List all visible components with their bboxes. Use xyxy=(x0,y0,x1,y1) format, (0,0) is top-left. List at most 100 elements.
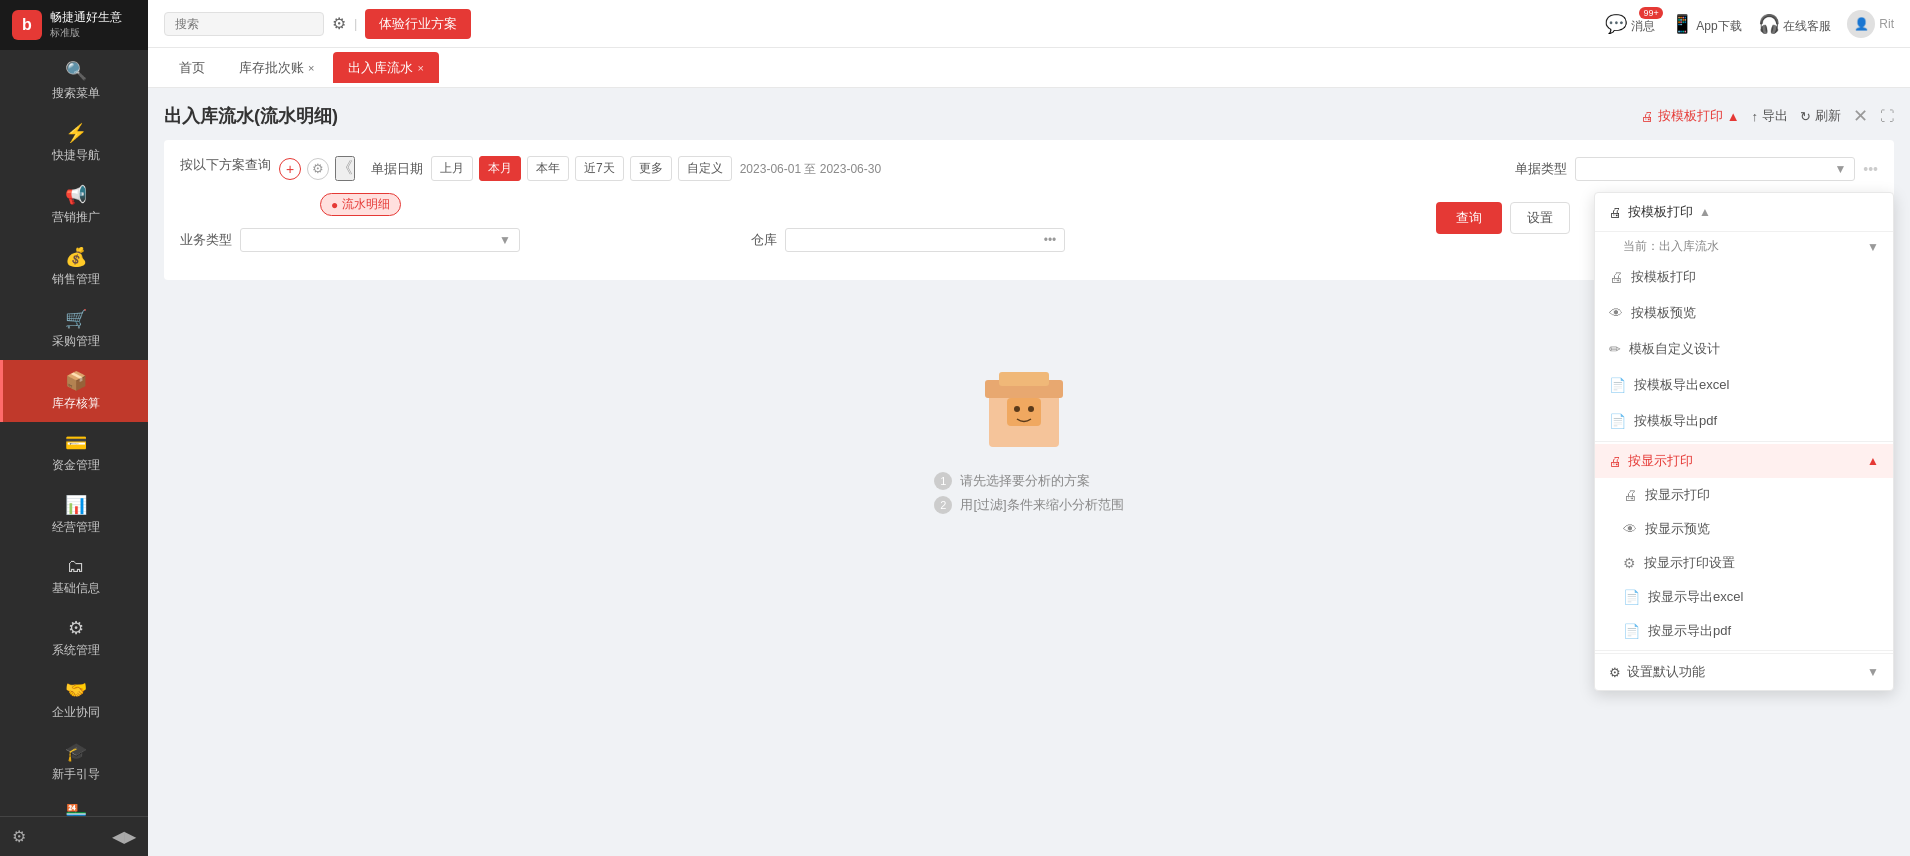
biz-type-expand-icon: ▼ xyxy=(499,233,511,247)
dp-footer-label: 设置默认功能 xyxy=(1627,663,1705,681)
dp-footer-chevron: ▼ xyxy=(1867,665,1879,679)
expand-page-button[interactable]: ⛶ xyxy=(1880,108,1894,124)
dp-item-template-excel[interactable]: 📄 按模板导出excel xyxy=(1595,367,1893,403)
dp-footer-left: ⚙ 设置默认功能 xyxy=(1609,663,1705,681)
doc-type-label: 单据类型 xyxy=(1515,160,1567,178)
messages-badge: 99+ xyxy=(1639,7,1662,19)
filter-row-1: 按以下方案查询 + ⚙ 《 单据日期 上月 本月 本年 近7天 更多 xyxy=(180,156,1878,181)
sidebar-item-purchase[interactable]: 🛒 采购管理 xyxy=(0,298,148,360)
dp-footer[interactable]: ⚙ 设置默认功能 ▼ xyxy=(1595,653,1893,690)
sidebar-item-corp[interactable]: 🤝 企业协同 xyxy=(0,669,148,731)
dp-item-display-print[interactable]: 🖨 按显示打印 xyxy=(1595,478,1893,512)
topbar-search-input[interactable] xyxy=(164,12,324,36)
dp-display-header-left: 🖨 按显示打印 xyxy=(1609,452,1693,470)
sidebar-item-sales[interactable]: 💰 销售管理 xyxy=(0,236,148,298)
sidebar-item-finance[interactable]: 💳 资金管理 xyxy=(0,422,148,484)
tab-batch-close[interactable]: × xyxy=(308,62,314,74)
dp-item-template-pdf[interactable]: 📄 按模板导出pdf xyxy=(1595,403,1893,439)
filter-collapse-button[interactable]: 《 xyxy=(335,156,355,181)
tab-home-label: 首页 xyxy=(179,59,205,77)
doc-type-more-icon[interactable]: ••• xyxy=(1863,161,1878,177)
dp-item-display-preview[interactable]: 👁 按显示预览 xyxy=(1595,512,1893,546)
dp-item-display-excel[interactable]: 📄 按显示导出excel xyxy=(1595,580,1893,614)
marketing-icon: 📢 xyxy=(65,184,87,206)
basic-icon: 🗂 xyxy=(67,556,85,577)
app-download-button[interactable]: 📱 App下载 xyxy=(1671,13,1742,35)
topbar-gear-icon[interactable]: ⚙ xyxy=(332,14,346,33)
export-button[interactable]: ↑ 导出 xyxy=(1752,107,1789,125)
settings-icon[interactable]: ⚙ xyxy=(12,827,26,846)
biz-type-select[interactable]: ▼ xyxy=(240,228,520,252)
pdf-icon: 📄 xyxy=(1609,413,1626,429)
topbar-left: ⚙ | 体验行业方案 xyxy=(164,9,1593,39)
filter-gear-button[interactable]: ⚙ xyxy=(307,158,329,180)
dp-item-template-custom-label: 模板自定义设计 xyxy=(1629,340,1720,358)
close-page-button[interactable]: ✕ xyxy=(1853,105,1868,127)
filter-tag-icon: ● xyxy=(331,198,338,212)
online-service-button[interactable]: 🎧 在线客服 xyxy=(1758,13,1832,35)
sidebar-item-system[interactable]: ⚙ 系统管理 xyxy=(0,607,148,669)
date-range-text: 2023-06-01 至 2023-06-30 xyxy=(740,161,881,178)
user-menu[interactable]: 👤 Rit xyxy=(1847,10,1894,38)
empty-step-2-text: 用[过滤]条件来缩小分析范围 xyxy=(960,496,1123,514)
settings-button[interactable]: 设置 xyxy=(1510,202,1570,234)
date-btn-last-month[interactable]: 上月 xyxy=(431,156,473,181)
filter-add-button[interactable]: + xyxy=(279,158,301,180)
svg-point-5 xyxy=(1028,406,1034,412)
sidebar-item-guide[interactable]: 🎓 新手引导 xyxy=(0,731,148,793)
sidebar-item-basic[interactable]: 🗂 基础信息 xyxy=(0,546,148,607)
date-btn-last-7-days[interactable]: 近7天 xyxy=(575,156,624,181)
empty-step-1-text: 请先选择要分析的方案 xyxy=(960,472,1090,490)
dp-display-section-header[interactable]: 🖨 按显示打印 ▲ xyxy=(1595,444,1893,478)
tab-batch[interactable]: 库存批次账 × xyxy=(224,52,329,83)
biz-type-label: 业务类型 xyxy=(180,231,232,249)
date-btn-more[interactable]: 更多 xyxy=(630,156,672,181)
display-print-icon: 🖨 xyxy=(1623,487,1637,503)
dp-current-chevron[interactable]: ▼ xyxy=(1867,240,1879,254)
tab-batch-label: 库存批次账 xyxy=(239,59,304,77)
sidebar-item-marketing[interactable]: 📢 营销推广 xyxy=(0,174,148,236)
messages-button[interactable]: 💬 99+ 消息 xyxy=(1605,13,1655,35)
dp-item-template-print[interactable]: 🖨 按模板打印 xyxy=(1595,259,1893,295)
empty-svg xyxy=(969,352,1089,452)
sidebar-item-appstore[interactable]: 🏪 应用中心 xyxy=(0,793,148,816)
dp-display-chevron-up[interactable]: ▲ xyxy=(1867,454,1879,468)
dp-item-template-custom[interactable]: ✏ 模板自定义设计 xyxy=(1595,331,1893,367)
sidebar-item-label: 营销推广 xyxy=(52,209,100,226)
date-range-display: 2023-06-01 至 2023-06-30 xyxy=(740,159,881,178)
collapse-icon[interactable]: ◀▶ xyxy=(112,827,136,846)
filter-tag-flow[interactable]: ● 流水明细 xyxy=(320,193,401,216)
industry-button[interactable]: 体验行业方案 xyxy=(365,9,471,39)
sidebar-item-label: 企业协同 xyxy=(52,704,100,721)
sidebar-item-shortcut[interactable]: ⚡ 快捷导航 xyxy=(0,112,148,174)
sidebar-item-search[interactable]: 🔍 搜索菜单 xyxy=(0,50,148,112)
tab-flow[interactable]: 出入库流水 × xyxy=(333,52,438,83)
printer-icon: 🖨 xyxy=(1641,109,1654,124)
dp-chevron-up[interactable]: ▲ xyxy=(1699,205,1711,219)
display-settings-icon: ⚙ xyxy=(1623,555,1636,571)
headset-icon: 🎧 xyxy=(1758,14,1780,34)
dp-item-template-preview[interactable]: 👁 按模板预览 xyxy=(1595,295,1893,331)
date-btn-custom[interactable]: 自定义 xyxy=(678,156,732,181)
doc-type-select[interactable]: ▼ xyxy=(1575,157,1855,181)
date-filters: 上月 本月 本年 近7天 更多 自定义 xyxy=(431,156,732,181)
template-print-button[interactable]: 🖨 按模板打印 ▲ xyxy=(1641,107,1740,125)
dp-item-display-pdf[interactable]: 📄 按显示导出pdf xyxy=(1595,614,1893,648)
tab-flow-close[interactable]: × xyxy=(417,62,423,74)
dp-item-display-settings[interactable]: ⚙ 按显示打印设置 xyxy=(1595,546,1893,580)
date-btn-this-month[interactable]: 本月 xyxy=(479,156,521,181)
sidebar-item-inventory[interactable]: 📦 库存核算 xyxy=(0,360,148,422)
warehouse-select[interactable]: ••• xyxy=(785,228,1065,252)
dp-item-display-settings-label: 按显示打印设置 xyxy=(1644,554,1735,572)
display-preview-icon: 👁 xyxy=(1623,521,1637,537)
refresh-button[interactable]: ↻ 刷新 xyxy=(1800,107,1841,125)
dp-header-left: 🖨 按模板打印 ▲ xyxy=(1609,203,1711,221)
sidebar-item-label: 新手引导 xyxy=(52,766,100,783)
dp-item-template-preview-label: 按模板预览 xyxy=(1631,304,1696,322)
tab-home[interactable]: 首页 xyxy=(164,52,220,83)
sidebar-item-operation[interactable]: 📊 经营管理 xyxy=(0,484,148,546)
date-btn-this-year[interactable]: 本年 xyxy=(527,156,569,181)
query-button[interactable]: 查询 xyxy=(1436,202,1502,234)
operation-icon: 📊 xyxy=(65,494,87,516)
template-print-label: 按模板打印 xyxy=(1658,107,1723,125)
